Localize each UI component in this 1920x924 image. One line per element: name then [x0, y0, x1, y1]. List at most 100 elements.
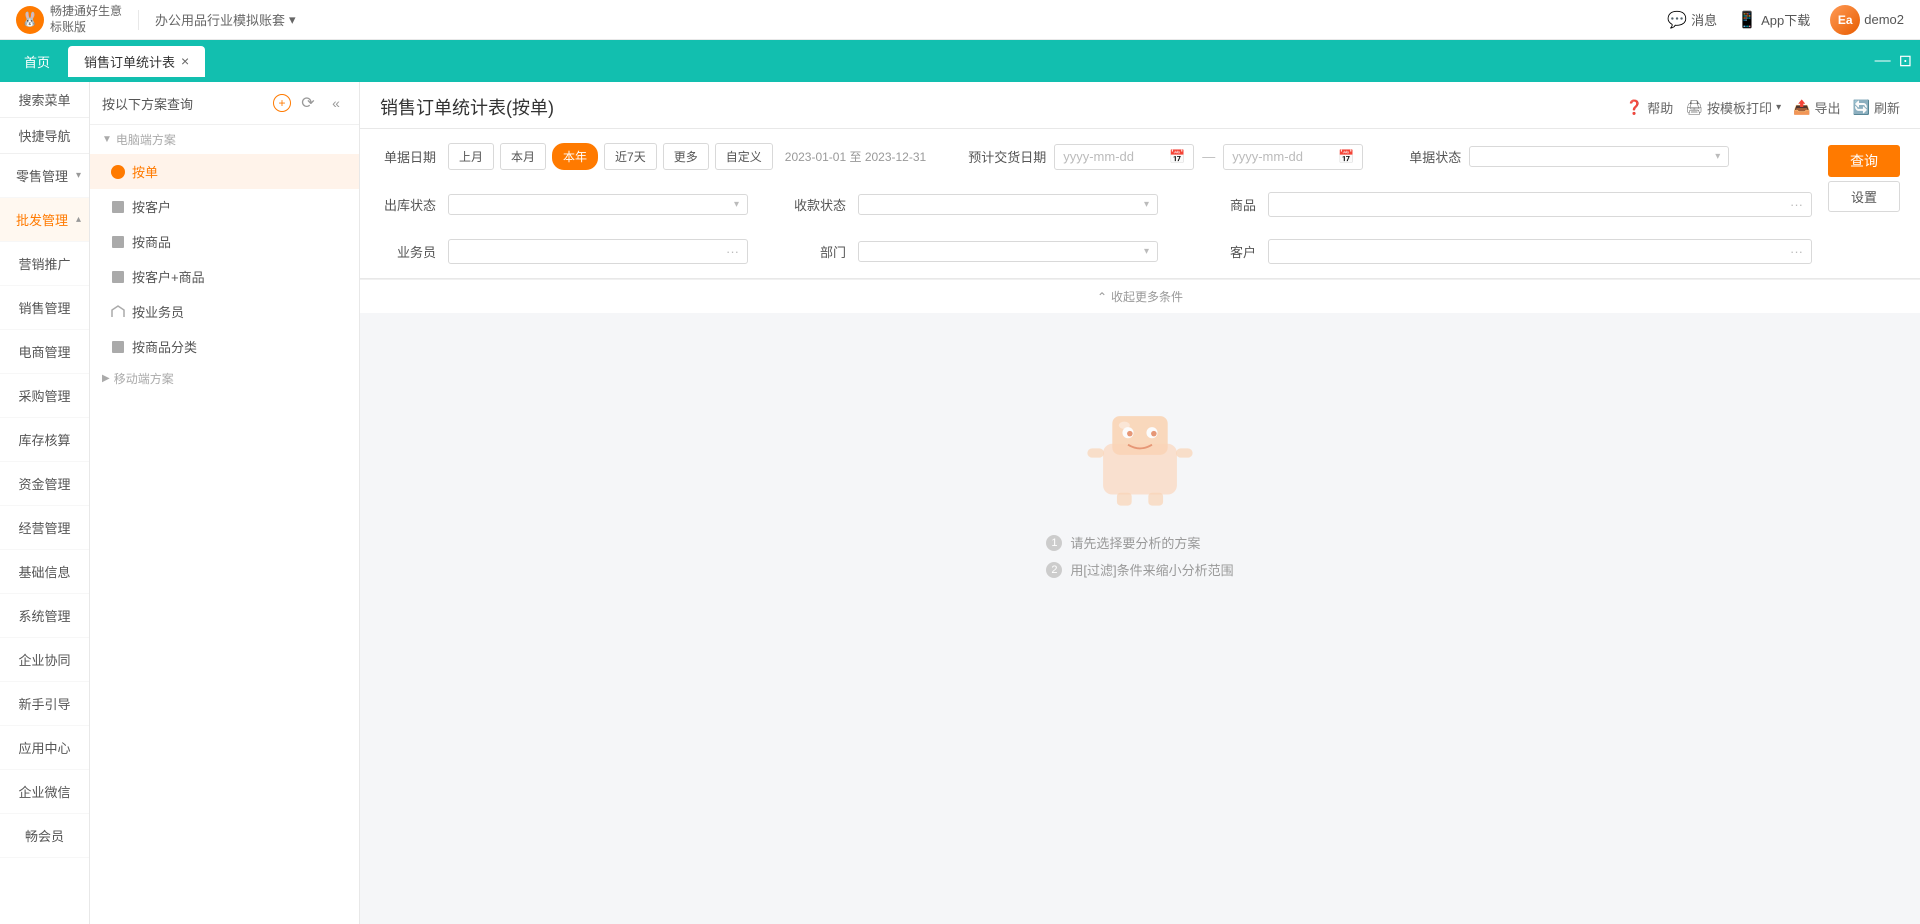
sidebar-item-purchase[interactable]: 采购管理 [0, 374, 89, 418]
collapse-bar-label: 收起更多条件 [1111, 288, 1183, 305]
by-order-icon [110, 164, 126, 180]
sidebar-item-appcenter[interactable]: 应用中心 [0, 726, 89, 770]
filter-area: 单据日期 上月 本月 本年 近7天 更多 自定义 2023-01-01 至 20… [360, 129, 1920, 279]
date-btn-this-year[interactable]: 本年 [552, 143, 598, 170]
date-btn-more[interactable]: 更多 [663, 143, 709, 170]
left-panel-header: 按以下方案查询 + ⟳ « [90, 82, 359, 125]
sidebar-item-operation[interactable]: 经营管理 [0, 506, 89, 550]
page-actions: ❓ 帮助 🖨 按模板打印 ▾ 📤 导出 🔄 刷新 [1626, 98, 1900, 117]
help-btn[interactable]: ❓ 帮助 [1626, 98, 1673, 117]
tree-section-pc-label: 电脑端方案 [116, 131, 176, 148]
tab-minimize-btn[interactable]: — [1875, 52, 1891, 70]
staff-more-icon[interactable]: ··· [726, 244, 739, 259]
expected-date-start-input[interactable]: yyyy-mm-dd 📅 [1054, 144, 1194, 170]
goods-more-icon[interactable]: ··· [1790, 197, 1803, 212]
by-category-icon [110, 339, 126, 355]
by-customer-icon [110, 199, 126, 215]
expected-date-end-input[interactable]: yyyy-mm-dd 📅 [1223, 144, 1363, 170]
export-btn[interactable]: 📤 导出 [1793, 98, 1840, 117]
add-scheme-btn[interactable]: + [273, 94, 291, 112]
sidebar-item-newbie[interactable]: 新手引导 [0, 682, 89, 726]
sidebar-item-corp[interactable]: 企业协同 [0, 638, 89, 682]
tree-item-by-cust-goods[interactable]: 按客户+商品 [90, 259, 359, 294]
tree-section-mobile-label: 移动端方案 [114, 370, 174, 387]
date-btn-7days[interactable]: 近7天 [604, 143, 657, 170]
sidebar-item-finance[interactable]: 资金管理 [0, 462, 89, 506]
app-subtitle[interactable]: 办公用品行业模拟账套 ▾ [155, 10, 296, 29]
by-goods-label: 按商品 [132, 232, 171, 251]
customer-input[interactable]: ··· [1268, 239, 1812, 264]
template-print-dropdown-icon: ▾ [1776, 102, 1781, 113]
sidebar-item-corpwechat[interactable]: 企业微信 [0, 770, 89, 814]
subtitle-dropdown-icon: ▾ [289, 12, 296, 28]
tree-item-by-staff[interactable]: 按业务员 [90, 294, 359, 329]
empty-illustration [1080, 393, 1200, 513]
staff-label: 业务员 [380, 242, 436, 261]
sidebar: 搜索菜单 快捷导航 零售管理 ▾ 批发管理 ▴ 营销推广 销售管理 电商管理 [0, 82, 90, 924]
tree-section-arrow-mobile: ▶ [102, 373, 110, 384]
sidebar-quick-nav[interactable]: 快捷导航 [0, 118, 89, 154]
settings-button[interactable]: 设置 [1828, 181, 1900, 212]
sidebar-item-marketing[interactable]: 营销推广 [0, 242, 89, 286]
content-area: 按以下方案查询 + ⟳ « ▼ 电脑端方案 按单 [90, 82, 1920, 924]
tree-item-by-customer[interactable]: 按客户 [90, 189, 359, 224]
by-goods-icon [110, 234, 126, 250]
query-button[interactable]: 查询 [1828, 145, 1900, 177]
message-icon: 💬 [1667, 10, 1687, 30]
date-btn-custom[interactable]: 自定义 [715, 143, 773, 170]
sidebar-item-system[interactable]: 系统管理 [0, 594, 89, 638]
goods-label: 商品 [1200, 195, 1256, 214]
empty-tip-2: 2 用[过滤]条件来缩小分析范围 [1046, 560, 1233, 579]
main-layout: 搜索菜单 快捷导航 零售管理 ▾ 批发管理 ▴ 营销推广 销售管理 电商管理 [0, 82, 1920, 924]
template-print-btn[interactable]: 🖨 按模板打印 ▾ [1685, 98, 1781, 117]
sidebar-item-member[interactable]: 畅会员 [0, 814, 89, 858]
app-download-label: App下载 [1761, 10, 1810, 29]
filter-subrow-staff: 业务员 ··· 部门 ▾ 客户 [380, 239, 1812, 264]
by-cust-goods-label: 按客户+商品 [132, 267, 205, 286]
pay-status-label: 收款状态 [790, 195, 846, 214]
tree-item-by-goods[interactable]: 按商品 [90, 224, 359, 259]
pay-status-select[interactable]: ▾ [858, 194, 1158, 215]
sidebar-item-wholesale[interactable]: 批发管理 ▴ [0, 198, 89, 242]
top-bar-left: 🐰 畅捷通好生意 标账版 办公用品行业模拟账套 ▾ [16, 4, 296, 35]
date-btn-this-month[interactable]: 本月 [500, 143, 546, 170]
message-label: 消息 [1691, 10, 1717, 29]
customer-more-icon[interactable]: ··· [1790, 244, 1803, 259]
date-label: 单据日期 [380, 147, 436, 166]
tree-item-by-category[interactable]: 按商品分类 [90, 329, 359, 364]
sidebar-search[interactable]: 搜索菜单 [0, 82, 89, 118]
tab-home[interactable]: 首页 [8, 46, 66, 77]
date-btn-last-month[interactable]: 上月 [448, 143, 494, 170]
date-range-text: 2023-01-01 至 2023-12-31 [785, 148, 926, 165]
empty-tip-1: 1 请先选择要分析的方案 [1046, 533, 1233, 552]
sidebar-item-sales[interactable]: 销售管理 [0, 286, 89, 330]
app-download-icon: 📱 [1737, 10, 1757, 30]
goods-input[interactable]: ··· [1268, 192, 1812, 217]
sidebar-item-retail[interactable]: 零售管理 ▾ [0, 154, 89, 198]
tree-section-pc[interactable]: ▼ 电脑端方案 [90, 125, 359, 154]
staff-input[interactable]: ··· [448, 239, 748, 264]
sidebar-item-basic[interactable]: 基础信息 [0, 550, 89, 594]
tab-sales-order[interactable]: 销售订单统计表 × [68, 46, 205, 77]
status-select[interactable]: ▾ [1469, 146, 1729, 167]
sidebar-item-ecom[interactable]: 电商管理 [0, 330, 89, 374]
top-bar-right: 💬 消息 📱 App下载 Ea demo2 [1667, 5, 1904, 35]
dept-select[interactable]: ▾ [858, 241, 1158, 262]
tree-section-mobile[interactable]: ▶ 移动端方案 [90, 364, 359, 393]
user-action[interactable]: Ea demo2 [1830, 5, 1904, 35]
ship-status-select[interactable]: ▾ [448, 194, 748, 215]
tab-bar: 首页 销售订单统计表 × — ⊡ [0, 40, 1920, 82]
collapse-bar[interactable]: ⌃ 收起更多条件 [360, 279, 1920, 313]
app-download-action[interactable]: 📱 App下载 [1737, 10, 1810, 30]
tree-item-by-order[interactable]: 按单 [90, 154, 359, 189]
collapse-panel-btn[interactable]: « [325, 92, 347, 114]
refresh-scheme-btn[interactable]: ⟳ [297, 92, 319, 114]
tab-maximize-btn[interactable]: ⊡ [1899, 51, 1912, 71]
by-customer-label: 按客户 [132, 197, 171, 216]
tab-close-icon[interactable]: × [181, 54, 189, 68]
message-action[interactable]: 💬 消息 [1667, 10, 1717, 30]
sidebar-item-inventory[interactable]: 库存核算 [0, 418, 89, 462]
app-name-line2: 标账版 [50, 20, 122, 36]
refresh-btn[interactable]: 🔄 刷新 [1853, 98, 1900, 117]
pay-status-arrow: ▾ [1144, 199, 1149, 210]
